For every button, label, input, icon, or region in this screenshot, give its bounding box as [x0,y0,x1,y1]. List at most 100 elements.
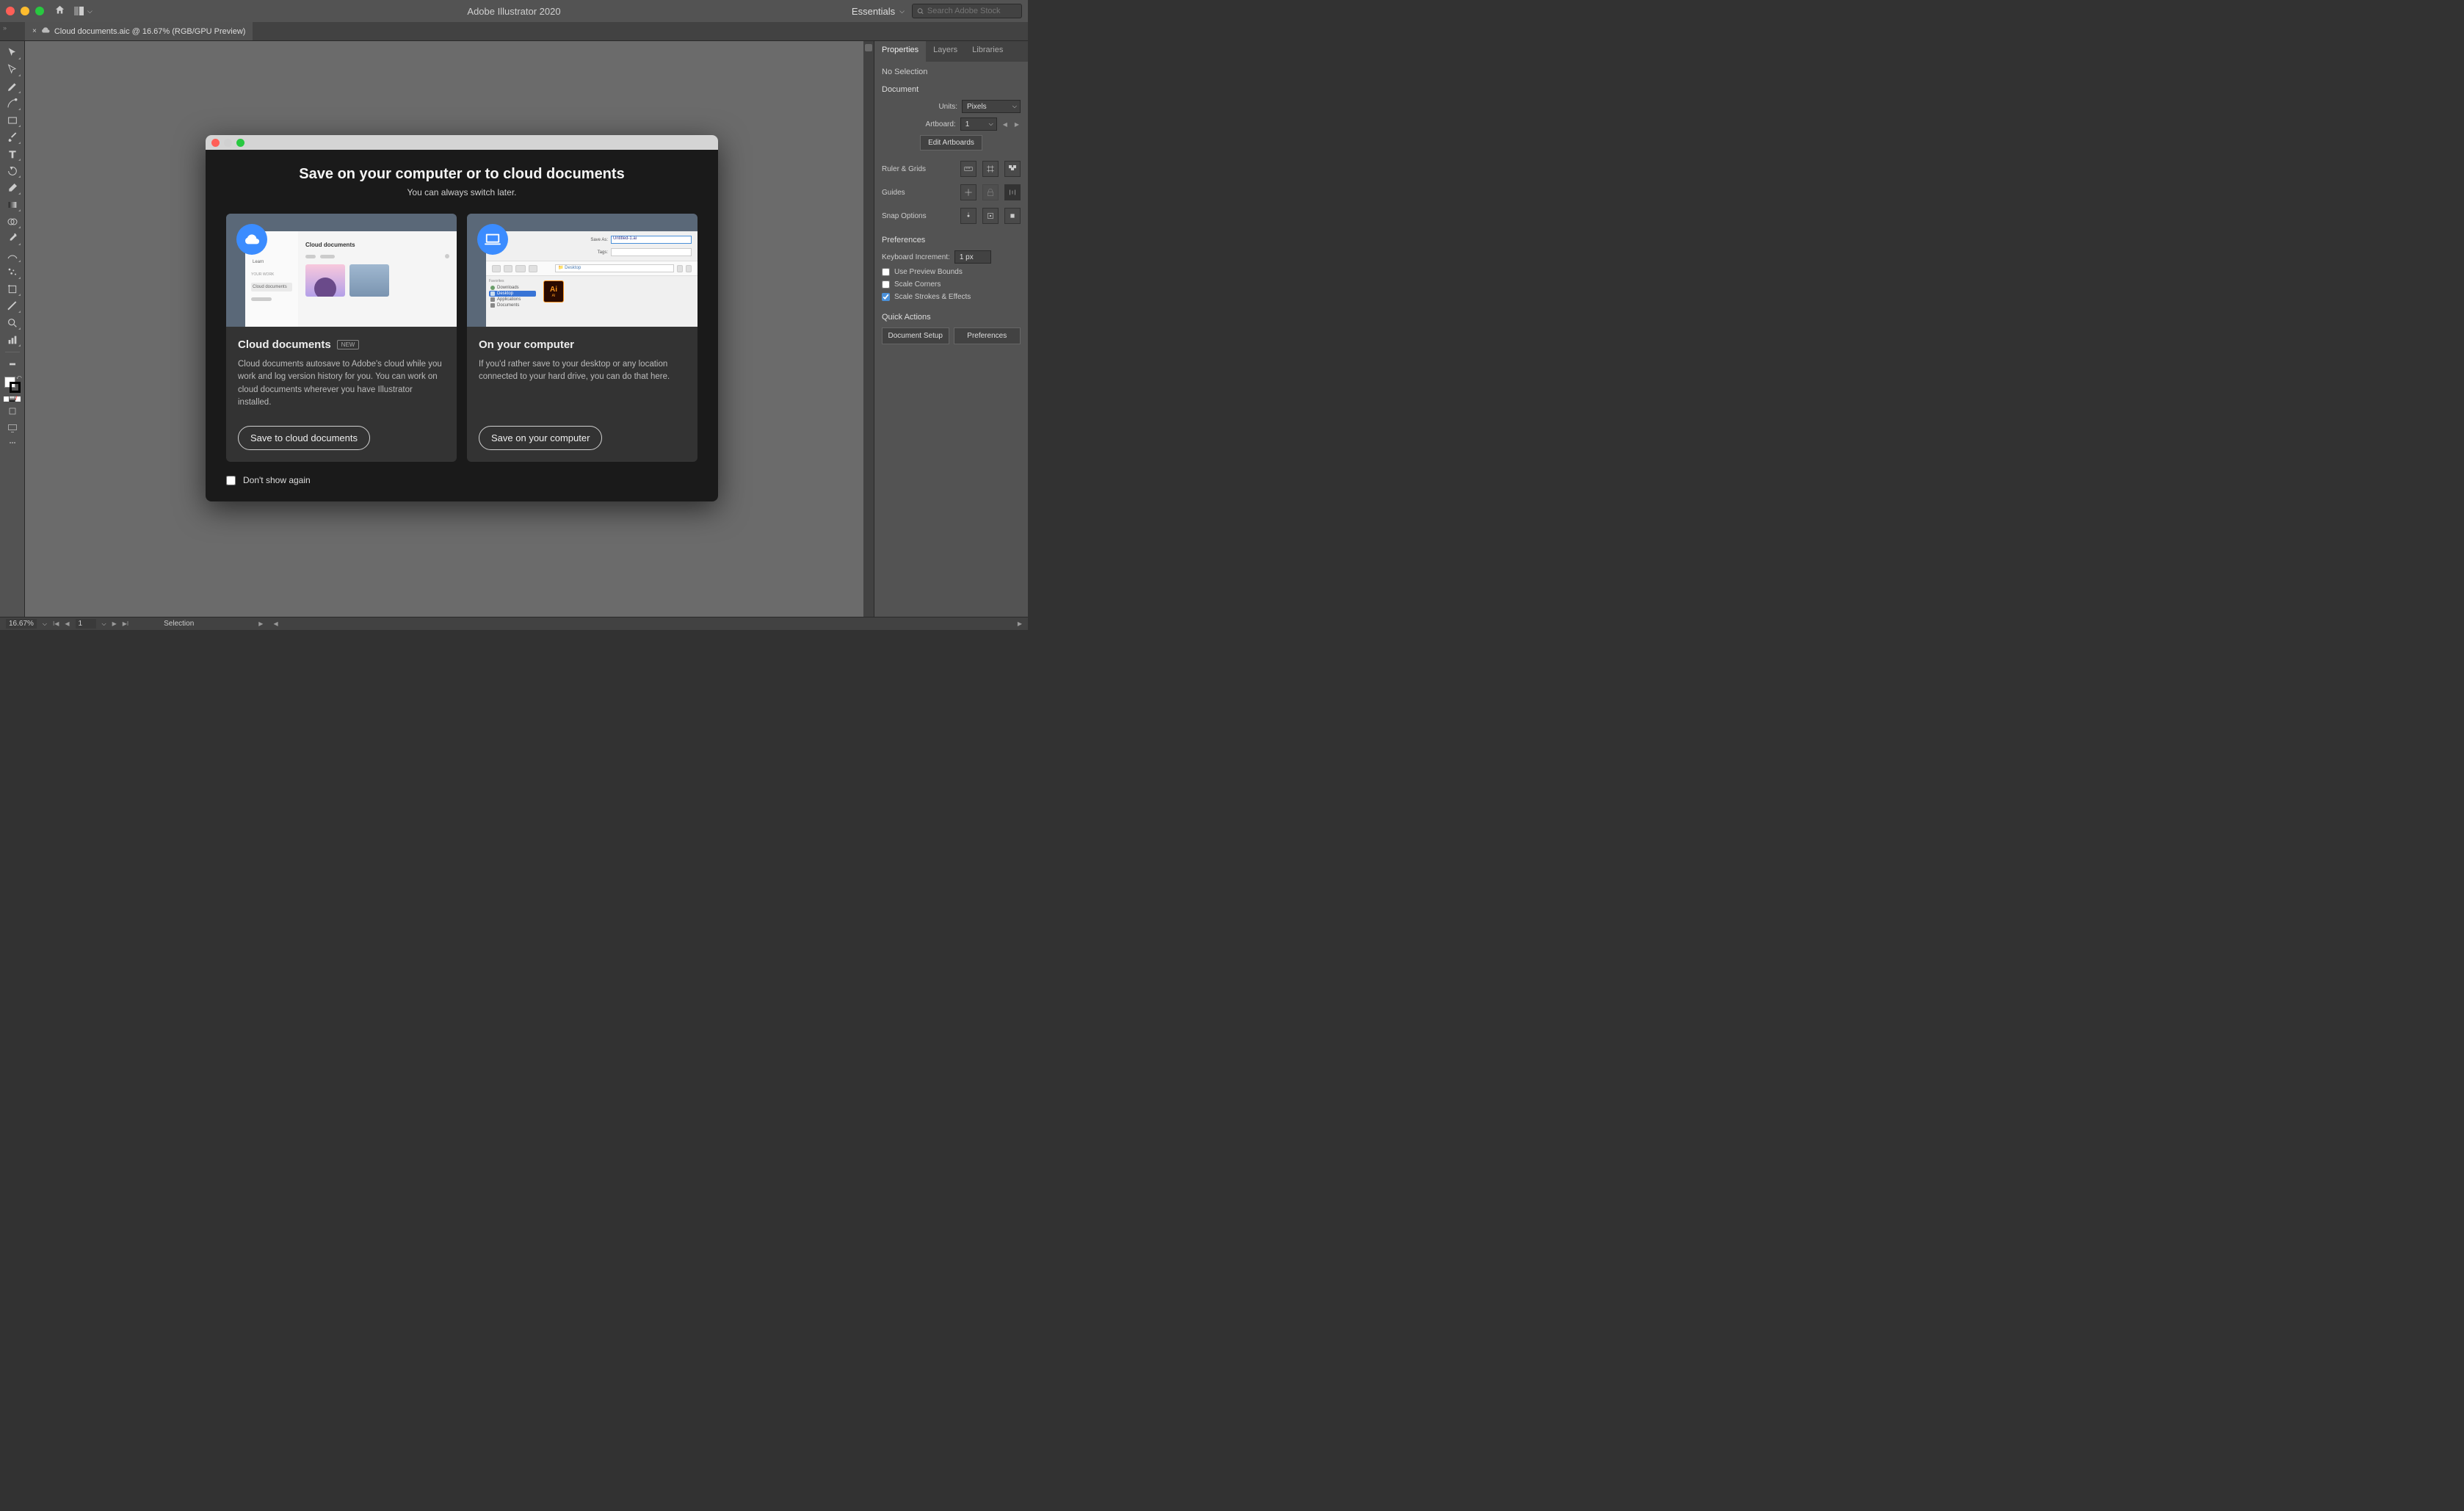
close-tab-icon[interactable]: × [32,27,37,35]
ruler-grids-label: Ruler & Grids [882,165,954,173]
zoom-tool[interactable] [4,316,21,330]
artboard-last-icon[interactable]: ▶I [123,620,128,627]
shape-builder-tool[interactable] [4,214,21,229]
use-preview-bounds-checkbox[interactable]: Use Preview Bounds [882,268,1021,276]
guides-label: Guides [882,189,954,197]
snap-to-pixel-icon[interactable] [1004,208,1021,224]
symbol-sprayer-tool[interactable] [4,265,21,280]
transparency-grid-icon[interactable] [1004,161,1021,177]
ai-file-icon: Ai AI [543,280,564,302]
search-stock-field[interactable] [912,4,1022,18]
computer-badge-icon [477,224,508,255]
cloud-badge-icon [236,224,267,255]
dont-show-again-checkbox[interactable]: Don't show again [226,475,697,485]
paintbrush-tool[interactable] [4,130,21,145]
new-badge: NEW [337,340,360,349]
direct-selection-tool[interactable] [4,62,21,77]
save-on-computer-button[interactable]: Save on your computer [479,426,602,450]
scale-corners-checkbox[interactable]: Scale Corners [882,280,1021,289]
save-to-cloud-button[interactable]: Save to cloud documents [238,426,370,450]
dialog-maximize-button[interactable] [236,139,244,147]
artboard-tool[interactable] [4,282,21,297]
tab-layers[interactable]: Layers [926,41,965,62]
type-tool[interactable] [4,147,21,162]
artboard-label: Artboard: [926,120,956,128]
document-tab-label: Cloud documents.aic @ 16.67% (RGB/GPU Pr… [54,27,246,36]
artboard-next-status-icon[interactable]: ▶ [112,620,117,627]
stroke-color[interactable] [10,382,21,393]
ruler-toggle-icon[interactable] [960,161,976,177]
color-mode-swatches[interactable]: / [4,396,21,402]
cloud-icon [41,26,50,36]
edit-artboards-button[interactable]: Edit Artboards [920,135,982,151]
tab-properties[interactable]: Properties [874,41,926,62]
keyboard-increment-input[interactable] [954,250,991,264]
slice-tool[interactable] [4,299,21,314]
artboard-first-icon[interactable]: I◀ [53,620,59,627]
dialog-minimize-button [224,139,232,147]
swap-fill-stroke-icon[interactable]: ⤺ [16,375,21,381]
screen-mode-toggle[interactable] [4,421,21,435]
search-stock-input[interactable] [927,7,1017,15]
document-tab-bar: × Cloud documents.aic @ 16.67% (RGB/GPU … [0,22,1028,41]
guides-visibility-icon[interactable] [960,184,976,200]
tools-panel: ⤺ / [0,41,25,617]
rectangle-tool[interactable] [4,113,21,128]
app-top-bar: ⌵ Adobe Illustrator 2020 Essentials ⌵ [0,0,1028,22]
artboard-next-icon[interactable]: ▶ [1013,121,1021,128]
grid-toggle-icon[interactable] [982,161,999,177]
dialog-subtitle: You can always switch later. [226,187,697,198]
rotate-tool[interactable] [4,164,21,178]
minimize-window-button[interactable] [21,7,29,15]
pen-tool[interactable] [4,79,21,94]
arrange-documents-dropdown[interactable]: ⌵ [74,7,93,15]
selection-status: No Selection [882,68,1021,76]
selection-tool[interactable] [4,46,21,60]
edit-toolbar-button[interactable] [10,442,15,443]
units-dropdown[interactable]: Pixels [962,100,1021,113]
dialog-title: Save on your computer or to cloud docume… [226,166,697,183]
draw-normal-mode[interactable] [4,404,21,418]
tab-libraries[interactable]: Libraries [965,41,1010,62]
workspace-dropdown[interactable]: Essentials ⌵ [852,6,905,17]
keyboard-increment-label: Keyboard Increment: [882,253,950,261]
workspace-label: Essentials [852,6,895,17]
quick-actions-heading: Quick Actions [882,313,1021,322]
fill-stroke-swatch[interactable]: ⤺ [4,377,21,393]
gradient-tool[interactable] [4,198,21,212]
home-icon[interactable] [54,4,65,18]
blend-tool[interactable] [4,248,21,263]
eraser-tool[interactable] [4,181,21,195]
artboard-prev-icon[interactable]: ◀ [1001,121,1009,128]
document-tab[interactable]: × Cloud documents.aic @ 16.67% (RGB/GPU … [25,22,253,40]
curvature-tool[interactable] [4,96,21,111]
smart-guides-icon[interactable] [1004,184,1021,200]
scale-strokes-checkbox[interactable]: Scale Strokes & Effects [882,293,1021,301]
eyedropper-tool[interactable] [4,231,21,246]
snap-options-label: Snap Options [882,212,954,220]
snap-to-grid-icon[interactable] [982,208,999,224]
artboard-prev-status-icon[interactable]: ◀ [65,620,69,627]
snap-to-point-icon[interactable] [960,208,976,224]
search-icon [917,7,924,15]
preferences-button[interactable]: Preferences [954,327,1021,344]
column-graph-tool[interactable] [4,333,21,347]
artboard-dropdown[interactable]: 1 [960,117,997,131]
close-window-button[interactable] [6,7,15,15]
dialog-close-button[interactable] [211,139,220,147]
cloud-documents-card[interactable]: Home Learn YOUR WORK Cloud documents Clo… [226,214,457,462]
guides-lock-icon[interactable] [982,184,999,200]
window-controls [6,7,44,15]
your-computer-card[interactable]: Save As: Untitled-1.ai Tags: 📁 Desktop [467,214,697,462]
save-location-dialog: Save on your computer or to cloud docume… [206,135,718,501]
dialog-titlebar[interactable] [206,135,718,150]
status-bar: 16.67% ⌵ I◀ ◀ 1 ⌵ ▶ ▶I Selection ▶ ◀ ▶ [0,617,1028,630]
toolbar-toggle[interactable] [4,357,21,372]
panel-collapse-arrows[interactable]: » [3,24,7,32]
vertical-scrollbar[interactable] [863,41,874,617]
cloud-card-title: Cloud documents [238,338,331,351]
artboard-number[interactable]: 1 [76,619,96,628]
maximize-window-button[interactable] [35,7,44,15]
zoom-level[interactable]: 16.67% [6,619,37,628]
document-setup-button[interactable]: Document Setup [882,327,949,344]
